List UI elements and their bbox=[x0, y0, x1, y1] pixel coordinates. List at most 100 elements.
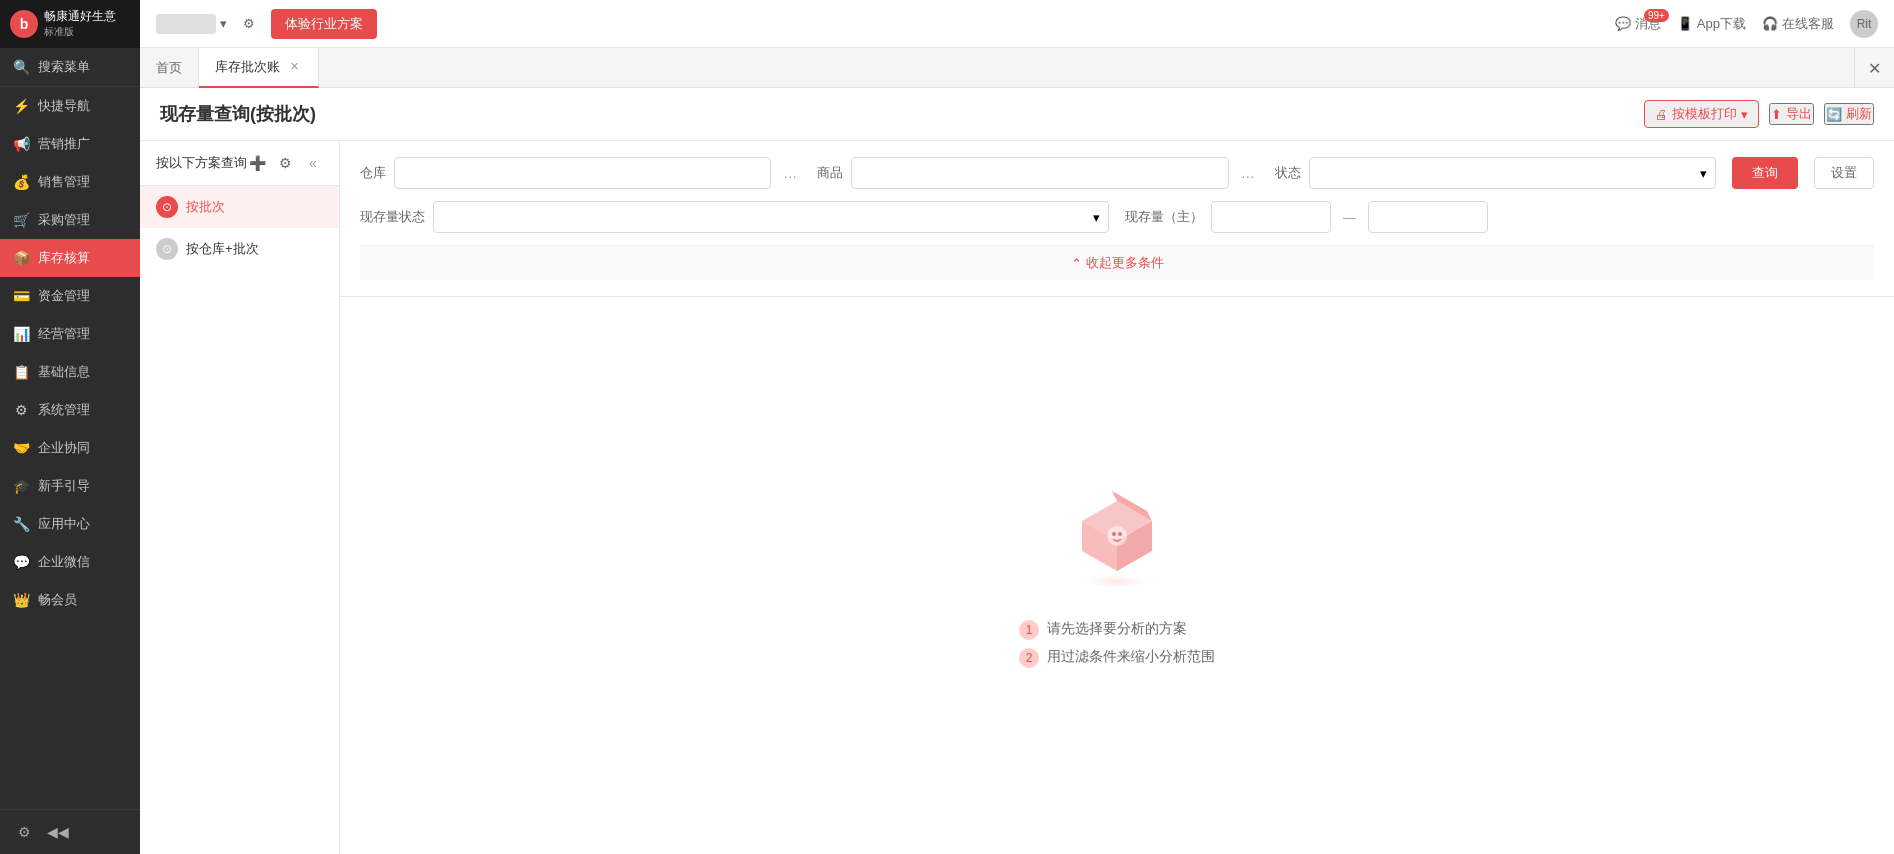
export-icon: ⬆ bbox=[1771, 107, 1782, 122]
app-download-btn[interactable]: 📱 App下载 bbox=[1677, 15, 1746, 33]
settings-footer-btn[interactable]: ⚙ bbox=[12, 820, 36, 844]
system-icon: ⚙ bbox=[12, 401, 30, 419]
apps-icon: 🔧 bbox=[12, 515, 30, 533]
topbar-settings-btn[interactable]: ⚙ bbox=[235, 10, 263, 38]
query-btn[interactable]: 查询 bbox=[1732, 157, 1798, 189]
export-label: 导出 bbox=[1786, 105, 1812, 123]
sidebar-item-operations[interactable]: 📊 经营管理 bbox=[0, 315, 140, 353]
warehouse-more-btn[interactable]: … bbox=[779, 165, 801, 181]
page-content: 现存量查询(按批次) 🖨 按模板打印 ▾ ⬆ 导出 🔄 刷新 bbox=[140, 88, 1894, 854]
status-select[interactable]: ▾ bbox=[1309, 157, 1716, 189]
step-2-text: 用过滤条件来缩小分析范围 bbox=[1047, 648, 1215, 666]
filter-settings-btn[interactable]: 设置 bbox=[1814, 157, 1874, 189]
user-avatar[interactable]: Rit bbox=[1850, 10, 1878, 38]
tab-global-close-btn[interactable]: ✕ bbox=[1854, 48, 1894, 88]
sidebar-item-marketing[interactable]: 📢 营销推广 bbox=[0, 125, 140, 163]
tab-home-label: 首页 bbox=[156, 59, 182, 77]
empty-step-2: 2 用过滤条件来缩小分析范围 bbox=[1019, 648, 1215, 668]
app-subtitle: 标准版 bbox=[44, 25, 116, 39]
sidebar-item-cooperation[interactable]: 🤝 企业协同 bbox=[0, 429, 140, 467]
vip-label: 畅会员 bbox=[38, 591, 77, 609]
experience-btn[interactable]: 体验行业方案 bbox=[271, 9, 377, 39]
inventory-status-field: 现存量状态 ▾ bbox=[360, 201, 1109, 233]
operations-icon: 📊 bbox=[12, 325, 30, 343]
plan-icon-warehouse-batch: ⊙ bbox=[156, 238, 178, 260]
headphone-icon: 🎧 bbox=[1762, 16, 1778, 31]
topbar-left: ▾ ⚙ 体验行业方案 bbox=[156, 9, 1605, 39]
inventory-status-select[interactable]: ▾ bbox=[433, 201, 1109, 233]
sales-label: 销售管理 bbox=[38, 173, 90, 191]
search-menu-item[interactable]: 🔍 搜索菜单 bbox=[0, 48, 140, 87]
topbar-dropdown[interactable]: ▾ bbox=[156, 14, 227, 34]
refresh-btn[interactable]: 🔄 刷新 bbox=[1824, 103, 1874, 125]
product-input[interactable] bbox=[851, 157, 1228, 189]
quicknav-icon: ⚡ bbox=[12, 97, 30, 115]
manage-plan-btn[interactable]: ⚙ bbox=[275, 153, 295, 173]
step-num-2: 2 bbox=[1019, 648, 1039, 668]
export-btn[interactable]: ⬆ 导出 bbox=[1769, 103, 1814, 125]
empty-state: 1 请先选择要分析的方案 2 用过滤条件来缩小分析范围 bbox=[340, 297, 1894, 854]
app-logo: b bbox=[10, 10, 38, 38]
collapse-filter-btn[interactable]: ⌃ 收起更多条件 bbox=[360, 245, 1874, 280]
sidebar-item-vip[interactable]: 👑 畅会员 bbox=[0, 581, 140, 619]
sidebar-item-basic[interactable]: 📋 基础信息 bbox=[0, 353, 140, 391]
warehouse-field: 仓库 … bbox=[360, 157, 801, 189]
main-area: ▾ ⚙ 体验行业方案 💬 消息 99+ 📱 App下载 🎧 在线客服 Rit bbox=[140, 0, 1894, 854]
filter-row-2: 现存量状态 ▾ 现存量（主） — bbox=[360, 201, 1874, 233]
sidebar-item-finance[interactable]: 💳 资金管理 bbox=[0, 277, 140, 315]
status-label: 状态 bbox=[1275, 164, 1301, 182]
empty-illustration bbox=[1057, 476, 1177, 596]
sales-icon: 💰 bbox=[12, 173, 30, 191]
sidebar-item-inventory[interactable]: 📦 库存核算 bbox=[0, 239, 140, 277]
sidebar-header: b 畅康通好生意 标准版 bbox=[0, 0, 140, 48]
tab-home[interactable]: 首页 bbox=[140, 48, 199, 88]
tab-close-btn[interactable]: ✕ bbox=[286, 59, 302, 75]
plan-item-warehouse-batch[interactable]: ⊙ 按仓库+批次 bbox=[140, 228, 339, 270]
sidebar-item-guide[interactable]: 🎓 新手引导 bbox=[0, 467, 140, 505]
topbar: ▾ ⚙ 体验行业方案 💬 消息 99+ 📱 App下载 🎧 在线客服 Rit bbox=[140, 0, 1894, 48]
search-icon: 🔍 bbox=[12, 58, 30, 76]
add-plan-btn[interactable]: ➕ bbox=[247, 153, 267, 173]
warehouse-input[interactable] bbox=[394, 157, 771, 189]
sidebar-item-purchase[interactable]: 🛒 采购管理 bbox=[0, 201, 140, 239]
tab-inventory-batch[interactable]: 库存批次账 ✕ bbox=[199, 48, 319, 88]
plan-label-batch: 按批次 bbox=[186, 198, 225, 216]
quicknav-label: 快捷导航 bbox=[38, 97, 90, 115]
filter-area: 仓库 … 商品 … 状态 ▾ bbox=[340, 141, 1894, 297]
sidebar-item-quicknav[interactable]: ⚡ 快捷导航 bbox=[0, 87, 140, 125]
message-btn[interactable]: 💬 消息 99+ bbox=[1615, 15, 1661, 33]
online-service-btn[interactable]: 🎧 在线客服 bbox=[1762, 15, 1834, 33]
wechat-label: 企业微信 bbox=[38, 553, 90, 571]
dropdown-chevron-icon: ▾ bbox=[220, 16, 227, 31]
marketing-label: 营销推广 bbox=[38, 135, 90, 153]
refresh-icon: 🔄 bbox=[1826, 107, 1842, 122]
print-label: 按模板打印 bbox=[1672, 105, 1737, 123]
sidebar-item-wechat[interactable]: 💬 企业微信 bbox=[0, 543, 140, 581]
online-service-label: 在线客服 bbox=[1782, 15, 1834, 33]
sidebar-item-sales[interactable]: 💰 销售管理 bbox=[0, 163, 140, 201]
warehouse-label: 仓库 bbox=[360, 164, 386, 182]
inventory-quantity-to[interactable] bbox=[1368, 201, 1488, 233]
product-more-btn[interactable]: … bbox=[1237, 165, 1259, 181]
sidebar-item-apps[interactable]: 🔧 应用中心 bbox=[0, 505, 140, 543]
quantity-dash: — bbox=[1339, 210, 1360, 225]
page-title: 现存量查询(按批次) bbox=[160, 102, 316, 126]
product-field: 商品 … bbox=[817, 157, 1258, 189]
chevron-up-icon: ⌃ bbox=[1071, 256, 1082, 271]
plan-item-batch[interactable]: ⊙ 按批次 bbox=[140, 186, 339, 228]
plan-header-label: 按以下方案查询 bbox=[156, 154, 247, 172]
sidebar-item-system[interactable]: ⚙ 系统管理 bbox=[0, 391, 140, 429]
header-icons: ➕ ⚙ « bbox=[247, 153, 323, 173]
status-chevron-icon: ▾ bbox=[1700, 166, 1707, 181]
collapse-sidebar-btn[interactable]: ◀◀ bbox=[46, 820, 70, 844]
collapse-panel-btn[interactable]: « bbox=[303, 153, 323, 173]
app-download-label: App下载 bbox=[1697, 15, 1746, 33]
message-badge: 99+ bbox=[1644, 9, 1669, 22]
inventory-status-chevron-icon: ▾ bbox=[1093, 210, 1100, 225]
inventory-quantity-from[interactable] bbox=[1211, 201, 1331, 233]
print-dropdown-icon: ▾ bbox=[1741, 107, 1748, 122]
inventory-status-label: 现存量状态 bbox=[360, 208, 425, 226]
print-btn[interactable]: 🖨 按模板打印 ▾ bbox=[1644, 100, 1759, 128]
sidebar-nav: ⚡ 快捷导航 📢 营销推广 💰 销售管理 🛒 采购管理 📦 库存核算 💳 资金管… bbox=[0, 87, 140, 809]
marketing-icon: 📢 bbox=[12, 135, 30, 153]
